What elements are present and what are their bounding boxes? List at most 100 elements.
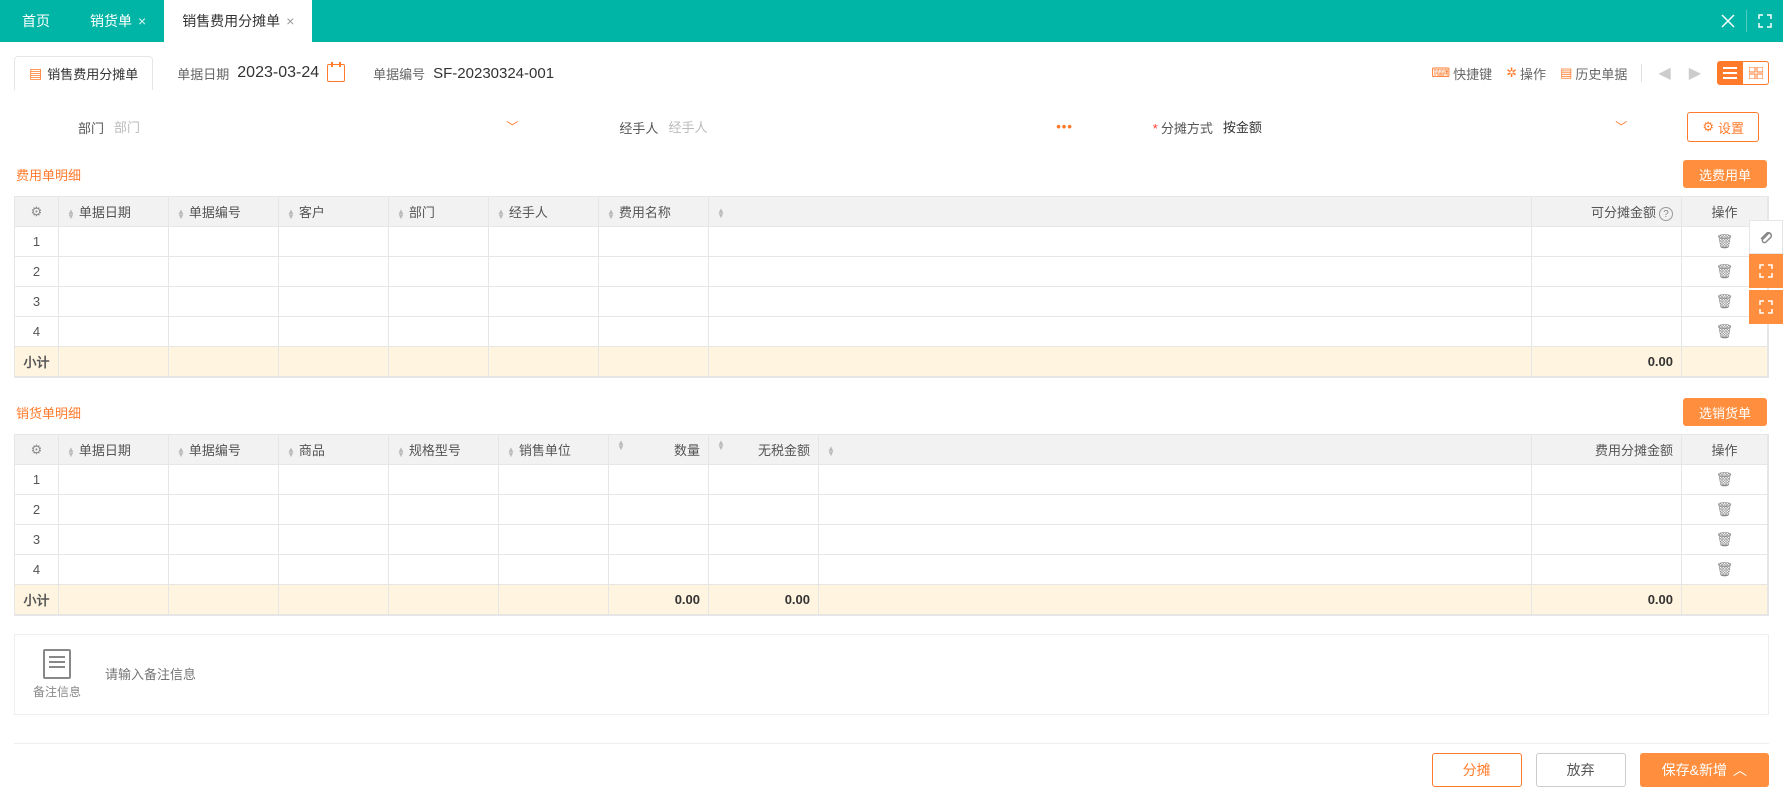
table-row[interactable]: 3🗑 <box>15 525 1768 555</box>
top-tab-bar: 首页 销货单 × 销售费用分摊单× <box>0 0 1783 42</box>
col-no[interactable]: ▲▼单据编号 <box>169 435 279 465</box>
table-row[interactable]: 2🗑 <box>15 257 1768 287</box>
col-empty: ▲▼ <box>709 197 1532 227</box>
lightning-icon: ✲ <box>1506 65 1517 81</box>
table-settings-header[interactable]: ⚙ <box>15 435 59 465</box>
sort-icon: ▲▼ <box>717 208 725 218</box>
col-amount-no-tax[interactable]: ▲▼无税金额 <box>709 435 819 465</box>
col-handler[interactable]: ▲▼经手人 <box>489 197 599 227</box>
trash-icon[interactable]: 🗑 <box>1716 561 1734 577</box>
col-date[interactable]: ▲▼单据日期 <box>59 197 169 227</box>
calendar-icon[interactable] <box>327 64 345 82</box>
docno-label: 单据编号 <box>373 64 425 83</box>
table-row[interactable]: 4🗑 <box>15 317 1768 347</box>
trash-icon[interactable]: 🗑 <box>1716 233 1734 249</box>
dept-label: 部门 <box>24 118 104 137</box>
view-toggle <box>1717 61 1769 85</box>
trash-icon[interactable]: 🗑 <box>1716 323 1734 339</box>
operate-link[interactable]: ✲操作 <box>1506 64 1546 83</box>
history-link[interactable]: ▤历史单据 <box>1560 64 1627 83</box>
col-expense-alloc[interactable]: 费用分摊金额 <box>1532 435 1682 465</box>
sort-icon: ▲▼ <box>177 209 185 219</box>
expense-table: ⚙ ▲▼单据日期 ▲▼单据编号 ▲▼客户 ▲▼部门 ▲▼经手人 ▲▼费用名称 ▲… <box>14 196 1769 378</box>
method-label: *分摊方式 <box>1133 118 1213 137</box>
attachment-button[interactable] <box>1749 220 1783 254</box>
table-row[interactable]: 2🗑 <box>15 495 1768 525</box>
select-expense-button[interactable]: 选费用单 <box>1683 160 1767 188</box>
trash-icon[interactable]: 🗑 <box>1716 263 1734 279</box>
handler-input[interactable]: 经手人 ••• <box>668 112 1072 142</box>
col-spec[interactable]: ▲▼规格型号 <box>389 435 499 465</box>
fields-row: 部门 部门 ﹀ 经手人 经手人 ••• *分摊方式 按金额 ﹀ ⚙ 设置 <box>14 96 1769 154</box>
sort-icon: ▲▼ <box>397 447 405 457</box>
grid-view-button[interactable] <box>1743 61 1769 85</box>
required-indicator: * <box>1153 121 1158 136</box>
col-product[interactable]: ▲▼商品 <box>279 435 389 465</box>
table-row[interactable]: 4🗑 <box>15 555 1768 585</box>
close-icon[interactable]: × <box>286 13 294 29</box>
trash-icon[interactable]: 🗑 <box>1716 501 1734 517</box>
close-all-button[interactable] <box>1710 0 1746 42</box>
sort-icon: ▲▼ <box>497 209 505 219</box>
sort-icon: ▲▼ <box>717 440 725 450</box>
sort-icon: ▲▼ <box>507 447 515 457</box>
header-right: ⌨快捷键 ✲操作 ▤历史单据 ◀ ▶ <box>1431 61 1769 85</box>
date-value[interactable]: 2023-03-24 <box>237 64 319 82</box>
settings-button[interactable]: ⚙ 设置 <box>1687 112 1759 142</box>
chevron-down-icon: ﹀ <box>1615 118 1627 135</box>
save-new-button[interactable]: 保存&新增︿ <box>1640 753 1769 787</box>
col-expense-name[interactable]: ▲▼费用名称 <box>599 197 709 227</box>
trash-icon[interactable]: 🗑 <box>1716 471 1734 487</box>
sort-icon: ▲▼ <box>287 209 295 219</box>
method-input[interactable]: 按金额 ﹀ <box>1223 112 1627 142</box>
sort-icon: ▲▼ <box>67 447 75 457</box>
tab-sales-order-label: 销货单 <box>90 11 132 31</box>
table-row[interactable]: 3🗑 <box>15 287 1768 317</box>
tab-sales-expense[interactable]: 销售费用分摊单× <box>164 0 312 42</box>
remark-input[interactable] <box>105 659 1750 691</box>
list-view-button[interactable] <box>1717 61 1743 85</box>
document-icon: ▤ <box>29 65 42 82</box>
col-qty[interactable]: ▲▼数量 <box>609 435 709 465</box>
history-icon: ▤ <box>1560 65 1572 81</box>
field-method: *分摊方式 按金额 ﹀ <box>1133 112 1627 142</box>
next-button[interactable]: ▶ <box>1687 63 1703 83</box>
discard-button[interactable]: 放弃 <box>1536 753 1626 787</box>
col-no[interactable]: ▲▼单据编号 <box>169 197 279 227</box>
remark-icon-wrap: 备注信息 <box>33 649 81 700</box>
sort-icon: ▲▼ <box>397 209 405 219</box>
allocate-button[interactable]: 分摊 <box>1432 753 1522 787</box>
tab-sales-order[interactable]: 销货单 × <box>72 0 164 42</box>
col-date[interactable]: ▲▼单据日期 <box>59 435 169 465</box>
document-type-label: 销售费用分摊单 <box>47 64 138 83</box>
expand-button-2[interactable] <box>1749 290 1783 324</box>
fullscreen-button[interactable] <box>1747 0 1783 42</box>
dept-input[interactable]: 部门 ﹀ <box>114 112 518 142</box>
tab-home-label: 首页 <box>22 11 50 31</box>
gear-icon: ⚙ <box>1702 119 1714 135</box>
trash-icon[interactable]: 🗑 <box>1716 293 1734 309</box>
help-icon[interactable]: ? <box>1659 207 1673 221</box>
col-unit[interactable]: ▲▼销售单位 <box>499 435 609 465</box>
table-settings-header[interactable]: ⚙ <box>15 197 59 227</box>
table-row[interactable]: 1🗑 <box>15 227 1768 257</box>
sort-icon: ▲▼ <box>67 209 75 219</box>
select-sales-button[interactable]: 选销货单 <box>1683 398 1767 426</box>
col-customer[interactable]: ▲▼客户 <box>279 197 389 227</box>
col-dept[interactable]: ▲▼部门 <box>389 197 489 227</box>
col-alloc-amount[interactable]: 可分摊金额? <box>1532 197 1682 227</box>
section2-bar: 销货单明细 选销货单 <box>14 398 1769 426</box>
section2-title: 销货单明细 <box>16 403 81 422</box>
trash-icon[interactable]: 🗑 <box>1716 531 1734 547</box>
field-dept: 部门 部门 ﹀ <box>24 112 518 142</box>
tab-home[interactable]: 首页 <box>0 0 72 42</box>
expand-button[interactable] <box>1749 254 1783 288</box>
document-type-tab[interactable]: ▤ 销售费用分摊单 <box>14 56 153 90</box>
shortcut-link[interactable]: ⌨快捷键 <box>1431 64 1492 83</box>
section1-title: 费用单明细 <box>16 165 81 184</box>
close-icon[interactable]: × <box>138 13 146 29</box>
col-op: 操作 <box>1682 435 1768 465</box>
table-row[interactable]: 1🗑 <box>15 465 1768 495</box>
subtotal-row: 小计0.00 <box>15 347 1768 377</box>
prev-button[interactable]: ◀ <box>1656 63 1672 83</box>
